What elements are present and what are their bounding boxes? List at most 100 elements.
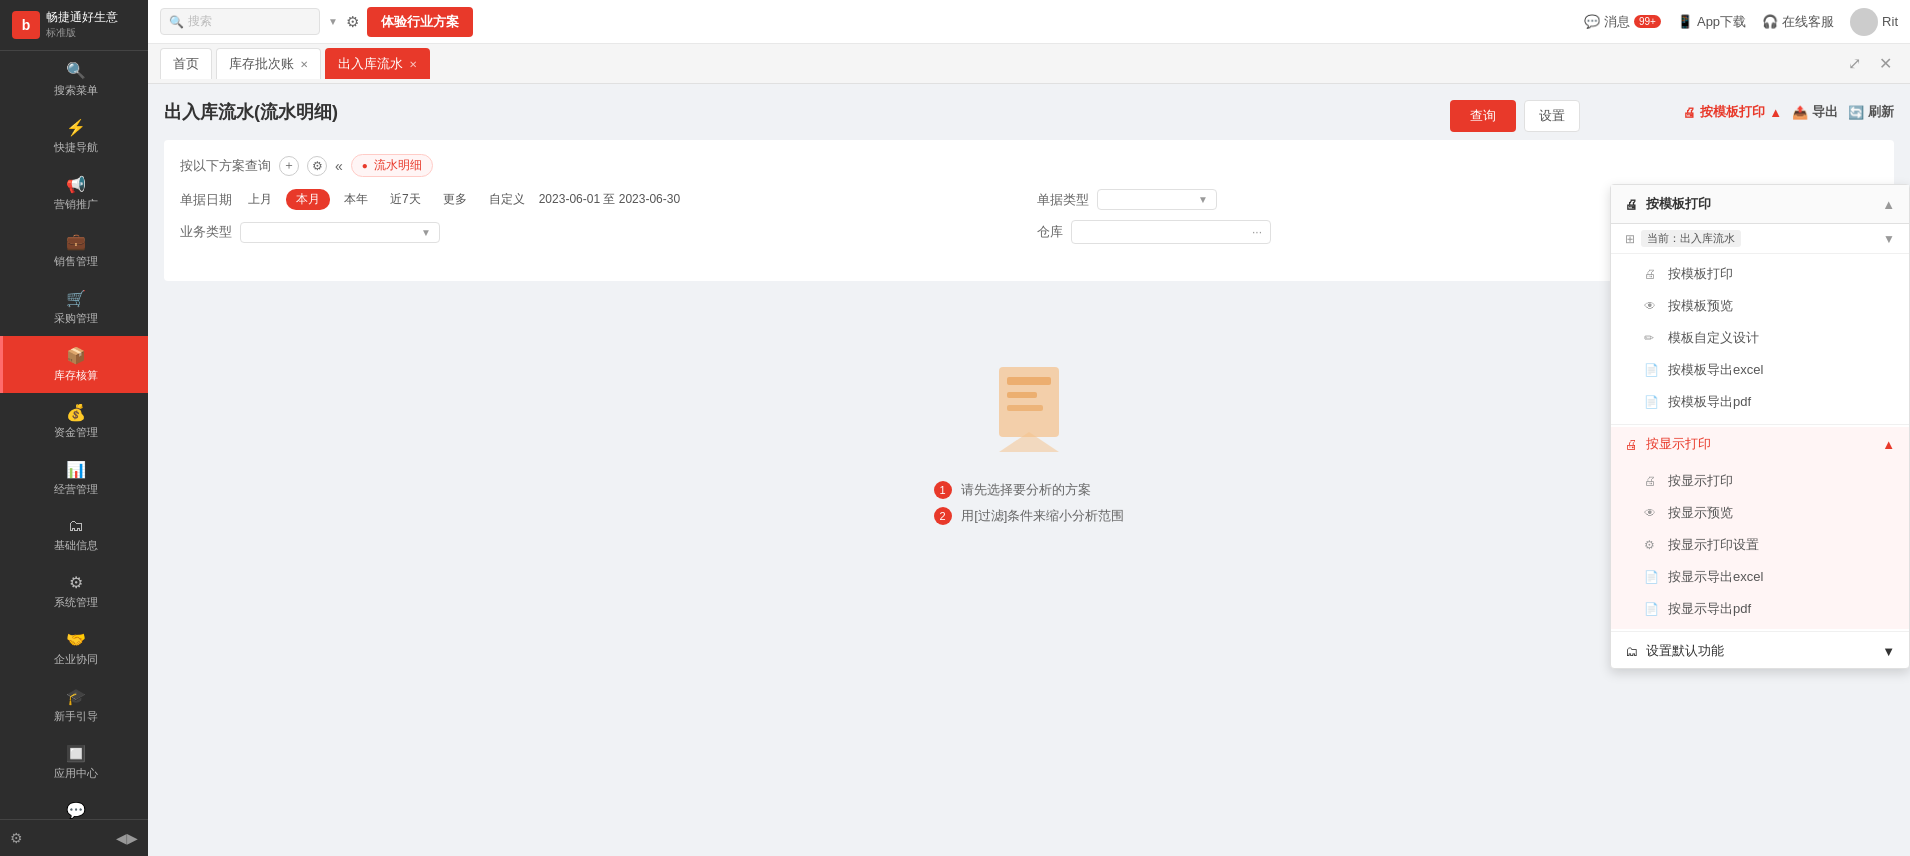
sidebar-nav: 🔍 搜索菜单 ⚡ 快捷导航 📢 营销推广 💼 销售管理 🛒 采购管理 📦 库存核… [0,51,148,819]
date-option-this-month[interactable]: 本月 [286,189,330,210]
refresh-icon: 🔄 [1848,105,1864,120]
filter-collapse-btn[interactable]: « [335,158,343,174]
topbar-settings-icon[interactable]: ⚙ [346,13,359,31]
sidebar-item-wechat[interactable]: 💬 企业微信 [0,791,148,819]
tab-batch-account-close[interactable]: ✕ [300,59,308,70]
sidebar-item-marketing[interactable]: 📢 营销推广 [0,165,148,222]
sidebar-item-guide[interactable]: 🎓 新手引导 [0,677,148,734]
sidebar-item-label: 系统管理 [54,595,98,610]
filter-settings-btn[interactable]: ⚙ [307,156,327,176]
sidebar-item-operation[interactable]: 📊 经营管理 [0,450,148,507]
cooperation-icon: 🤝 [66,630,86,649]
sidebar-item-basic[interactable]: 🗂 基础信息 [0,507,148,563]
default-settings-icon: 🗂 [1625,644,1638,659]
dropdown-item-display-preview[interactable]: 👁 按显示预览 [1611,497,1909,529]
sidebar-item-cooperation[interactable]: 🤝 企业协同 [0,620,148,677]
sidebar-item-purchase[interactable]: 🛒 采购管理 [0,279,148,336]
printer-icon-header: 🖨 [1625,197,1638,212]
avatar [1850,8,1878,36]
dropdown-item-display-pdf[interactable]: 📄 按显示导出pdf [1611,593,1909,625]
export-btn[interactable]: 📤 导出 [1792,103,1838,121]
dropdown-expand-arrow[interactable]: ▼ [1883,232,1895,246]
settings-btn[interactable]: 设置 [1524,100,1580,132]
topbar: 🔍 搜索 ▼ ⚙ 体验行业方案 💬 消息 99+ 📱 App下载 🎧 [148,0,1910,44]
display-printer-icon: 🖨 [1644,474,1660,488]
refresh-btn[interactable]: 🔄 刷新 [1848,103,1894,121]
pdf-icon-item: 📄 [1644,395,1660,409]
user-avatar[interactable]: Rit [1850,8,1898,36]
dropdown-item-display-excel[interactable]: 📄 按显示导出excel [1611,561,1909,593]
sidebar-item-quick-nav[interactable]: ⚡ 快捷导航 [0,108,148,165]
tab-flow-close[interactable]: ✕ [409,59,417,70]
page-title-text: 出入库流水(流水明细) [164,100,338,124]
dropdown-item-template-excel[interactable]: 📄 按模板导出excel [1611,354,1909,386]
date-options: 上月 本月 本年 近7天 更多 自定义 [240,189,533,210]
default-settings-section-header[interactable]: 🗂 设置默认功能 ▼ [1611,634,1909,668]
query-btn[interactable]: 查询 [1450,100,1516,132]
warehouse-more-icon[interactable]: ··· [1252,225,1262,239]
date-option-more[interactable]: 更多 [435,189,475,210]
biz-type-field: 业务类型 ▼ [180,222,1021,243]
display-preview-icon: 👁 [1644,506,1660,520]
dropdown-item-display-print[interactable]: 🖨 按显示打印 [1611,465,1909,497]
dropdown-item-template-print[interactable]: 🖨 按模板打印 [1611,258,1909,290]
sidebar-item-sales[interactable]: 💼 销售管理 [0,222,148,279]
sidebar-item-label: 采购管理 [54,311,98,326]
doc-type-arrow: ▼ [1198,194,1208,205]
date-range-text: 2023-06-01 至 2023-06-30 [539,191,680,208]
empty-steps: 1 请先选择要分析的方案 2 用[过滤]条件来缩小分析范围 [934,477,1125,529]
filter-active-tag[interactable]: ● 流水明细 [351,154,433,177]
section-collapse-arrow[interactable]: ▲ [1882,437,1895,452]
settings-icon[interactable]: ⚙ [10,830,23,846]
dropdown-item-display-print-settings[interactable]: ⚙ 按显示打印设置 [1611,529,1909,561]
online-service-btn[interactable]: 🎧 在线客服 [1762,13,1834,31]
date-option-7days[interactable]: 近7天 [382,189,429,210]
tab-batch-account[interactable]: 库存批次账 ✕ [216,48,321,79]
display-settings-icon: ⚙ [1644,538,1660,552]
filter-add-btn[interactable]: ＋ [279,156,299,176]
tab-flow[interactable]: 出入库流水 ✕ [325,48,430,79]
page-content: 出入库流水(流水明细) 🖨 按模板打印 ▲ 📤 导出 🔄 刷新 [148,84,1910,856]
empty-icon [979,357,1079,457]
collapse-icon[interactable]: ◀▶ [116,830,138,846]
sidebar-item-system[interactable]: ⚙ 系统管理 [0,563,148,620]
app-download-btn[interactable]: 📱 App下载 [1677,13,1746,31]
topbar-left: 🔍 搜索 ▼ ⚙ 体验行业方案 [160,7,1576,37]
topbar-right: 💬 消息 99+ 📱 App下载 🎧 在线客服 Rit [1584,8,1898,36]
display-print-section-header[interactable]: 🖨 按显示打印 ▲ [1611,427,1909,461]
date-filter: 上月 本月 本年 近7天 更多 自定义 2023-06-01 至 2023-06… [240,189,1021,210]
logo-icon: b [12,11,40,39]
message-icon: 💬 [1584,14,1600,29]
tab-maximize-icon[interactable]: ⤢ [1842,52,1867,75]
tab-home[interactable]: 首页 [160,48,212,79]
sidebar-item-label: 搜索菜单 [54,83,98,98]
sidebar-logo: b 畅捷通好生意 标准版 [0,0,148,51]
date-option-this-year[interactable]: 本年 [336,189,376,210]
warehouse-select[interactable]: ··· [1071,220,1271,244]
biz-type-arrow: ▼ [421,227,431,238]
dropdown-close-arrow[interactable]: ▲ [1882,197,1895,212]
biz-type-select[interactable]: ▼ [240,222,440,243]
sidebar-item-label: 库存核算 [54,368,98,383]
doc-type-select[interactable]: ▼ [1097,189,1217,210]
date-option-custom[interactable]: 自定义 [481,189,533,210]
date-option-last-month[interactable]: 上月 [240,189,280,210]
topbar-search-box[interactable]: 🔍 搜索 [160,8,320,35]
dropdown-item-template-pdf[interactable]: 📄 按模板导出pdf [1611,386,1909,418]
sidebar-item-finance[interactable]: 💰 资金管理 [0,393,148,450]
template-print-btn[interactable]: 🖨 按模板打印 ▲ [1683,103,1782,121]
default-settings-arrow[interactable]: ▼ [1882,644,1895,659]
dropdown-item-template-custom[interactable]: ✏ 模板自定义设计 [1611,322,1909,354]
sidebar-item-apps[interactable]: 🔲 应用中心 [0,734,148,791]
message-btn[interactable]: 💬 消息 99+ [1584,13,1661,31]
sidebar-item-inventory[interactable]: 📦 库存核算 [0,336,148,393]
trial-btn[interactable]: 体验行业方案 [367,7,473,37]
search-icon: 🔍 [169,15,184,29]
dropdown-item-template-preview[interactable]: 👁 按模板预览 [1611,290,1909,322]
sidebar-item-search[interactable]: 🔍 搜索菜单 [0,51,148,108]
search-dropdown-icon[interactable]: ▼ [328,16,338,27]
tab-close-all-icon[interactable]: ✕ [1873,52,1898,75]
sidebar-item-label: 快捷导航 [54,140,98,155]
page-header: 出入库流水(流水明细) 🖨 按模板打印 ▲ 📤 导出 🔄 刷新 [164,100,1894,124]
inventory-icon: 📦 [66,346,86,365]
